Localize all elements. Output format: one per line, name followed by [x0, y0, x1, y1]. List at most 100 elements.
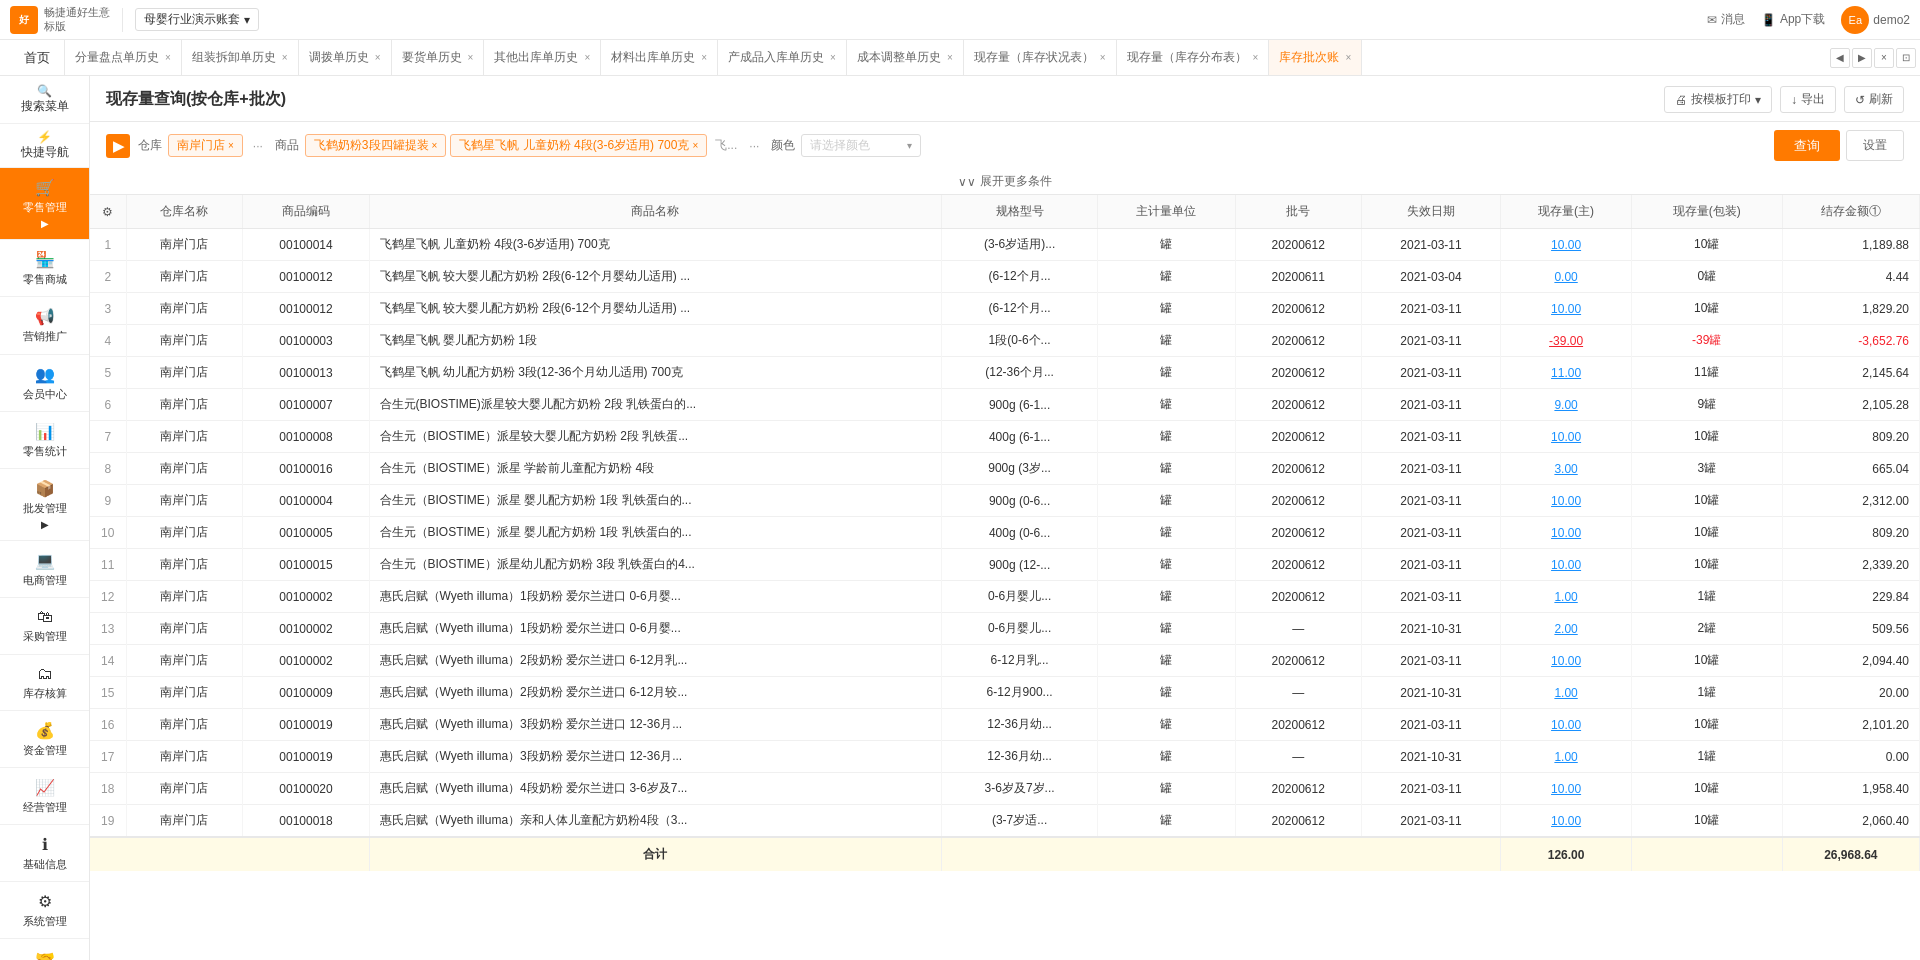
tab-分量盘点单历史[interactable]: 分量盘点单历史 ×: [65, 40, 182, 76]
cell-qty-main[interactable]: 10.00: [1501, 709, 1632, 741]
table-footer: 合计 126.00 26,968.64: [90, 837, 1920, 871]
sidebar-quick-nav[interactable]: ⚡ 快捷导航: [0, 124, 89, 168]
cell-code: 00100013: [243, 357, 369, 389]
sidebar-item-retail-management[interactable]: 🛒 零售管理 ▶: [0, 168, 89, 240]
warehouse-filter-group: 仓库 南岸门店 × ···: [138, 134, 267, 157]
sidebar-item-purchase[interactable]: 🛍 采购管理: [0, 598, 89, 654]
sidebar-item-finance[interactable]: 💰 资金管理: [0, 711, 89, 768]
industry-selector[interactable]: 母婴行业演示账套 ▾: [135, 8, 259, 31]
sidebar-item-wholesale[interactable]: 📦 批发管理 ▶: [0, 469, 89, 541]
sidebar-item-retail-stats[interactable]: 📊 零售统计: [0, 412, 89, 469]
export-button[interactable]: ↓ 导出: [1780, 86, 1836, 113]
setting-button[interactable]: 设置: [1846, 130, 1904, 161]
system-icon: ⚙: [38, 892, 52, 911]
tab-要货单历史[interactable]: 要货单历史 ×: [392, 40, 485, 76]
cell-qty-main[interactable]: 1.00: [1501, 581, 1632, 613]
cell-qty-main[interactable]: 10.00: [1501, 517, 1632, 549]
warehouse-more[interactable]: ···: [249, 137, 267, 155]
sidebar-item-basic-info[interactable]: ℹ 基础信息: [0, 825, 89, 882]
message-label: 消息: [1721, 11, 1745, 28]
app-download-action[interactable]: 📱 App下载: [1761, 11, 1825, 28]
tab-expand-button[interactable]: ⊡: [1896, 48, 1916, 68]
cell-code: 00100019: [243, 709, 369, 741]
sidebar-search[interactable]: 🔍 搜索菜单: [0, 76, 89, 124]
sidebar-item-inventory[interactable]: 🗂 库存核算: [0, 655, 89, 711]
message-action[interactable]: ✉ 消息: [1707, 11, 1745, 28]
cell-qty-pkg: 10罐: [1631, 773, 1782, 805]
cell-qty-main[interactable]: 10.00: [1501, 229, 1632, 261]
refresh-button[interactable]: ↺ 刷新: [1844, 86, 1904, 113]
col-settings[interactable]: ⚙: [90, 195, 126, 229]
cell-qty-main[interactable]: 0.00: [1501, 261, 1632, 293]
warehouse-tag-南岸门店[interactable]: 南岸门店 ×: [168, 134, 243, 157]
tab-现存量库存分布表[interactable]: 现存量（库存分布表） ×: [1117, 40, 1270, 76]
product-tag-1[interactable]: 飞鹤奶粉3段四罐提装 ×: [305, 134, 447, 157]
cell-qty-main[interactable]: 10.00: [1501, 549, 1632, 581]
tab-prev-arrow[interactable]: ◀: [1830, 48, 1850, 68]
filter-expand-button[interactable]: ▶: [106, 134, 130, 158]
query-action-group: 查询 设置: [1774, 130, 1904, 161]
cell-qty-main[interactable]: 10.00: [1501, 485, 1632, 517]
tab-close-all-button[interactable]: ×: [1874, 48, 1894, 68]
cell-amount: 809.20: [1782, 421, 1919, 453]
tab-成本调整单历史[interactable]: 成本调整单历史 ×: [847, 40, 964, 76]
tab-材料出库单历史[interactable]: 材料出库单历史 ×: [601, 40, 718, 76]
product-ellipsis[interactable]: ···: [745, 137, 763, 155]
sidebar-item-marketing[interactable]: 📢 营销推广: [0, 297, 89, 354]
sidebar-item-ecommerce[interactable]: 💻 电商管理: [0, 541, 89, 598]
tab-close-icon[interactable]: ×: [1253, 52, 1259, 63]
tab-组装拆卸单历史[interactable]: 组装拆卸单历史 ×: [182, 40, 299, 76]
tab-现存量库存状况表[interactable]: 现存量（库存状况表） ×: [964, 40, 1117, 76]
tab-home[interactable]: 首页: [10, 40, 65, 76]
user-area[interactable]: Ea demo2: [1841, 6, 1910, 34]
cell-qty-main[interactable]: 2.00: [1501, 613, 1632, 645]
chevron-down-icon: ▾: [907, 140, 912, 151]
cell-qty-main[interactable]: 1.00: [1501, 741, 1632, 773]
sidebar-item-enterprise[interactable]: 🤝 企业协同: [0, 939, 89, 960]
tab-close-icon[interactable]: ×: [1100, 52, 1106, 63]
cell-qty-main[interactable]: 10.00: [1501, 773, 1632, 805]
product-tag-2[interactable]: 飞鹤星飞帆 儿童奶粉 4段(3-6岁适用) 700克 ×: [450, 134, 707, 157]
sidebar-item-system[interactable]: ⚙ 系统管理: [0, 882, 89, 939]
cell-qty-main[interactable]: 1.00: [1501, 677, 1632, 709]
tab-close-icon[interactable]: ×: [282, 52, 288, 63]
color-select[interactable]: 请选择颜色 ▾: [801, 134, 921, 157]
sidebar-item-retail-mall[interactable]: 🏪 零售商城: [0, 240, 89, 297]
cell-warehouse: 南岸门店: [126, 709, 243, 741]
tag-close-icon[interactable]: ×: [692, 140, 698, 151]
tab-close-icon[interactable]: ×: [947, 52, 953, 63]
cell-qty-main[interactable]: 3.00: [1501, 453, 1632, 485]
cell-qty-main[interactable]: 10.00: [1501, 805, 1632, 838]
tab-next-arrow[interactable]: ▶: [1852, 48, 1872, 68]
tab-close-icon[interactable]: ×: [1345, 52, 1351, 63]
cell-qty-main[interactable]: 9.00: [1501, 389, 1632, 421]
tag-close-icon[interactable]: ×: [432, 140, 438, 151]
tab-调拨单历史[interactable]: 调拨单历史 ×: [299, 40, 392, 76]
tab-close-icon[interactable]: ×: [468, 52, 474, 63]
expand-more-bar[interactable]: ∨∨ 展开更多条件: [90, 169, 1920, 195]
tab-close-icon[interactable]: ×: [701, 52, 707, 63]
tab-产成品入库单历史[interactable]: 产成品入库单历史 ×: [718, 40, 847, 76]
sidebar-item-operations[interactable]: 📈 经营管理: [0, 768, 89, 825]
query-button[interactable]: 查询: [1774, 130, 1840, 161]
tab-close-icon[interactable]: ×: [830, 52, 836, 63]
cell-warehouse: 南岸门店: [126, 389, 243, 421]
sidebar-item-membership[interactable]: 👥 会员中心: [0, 355, 89, 412]
tag-close-icon[interactable]: ×: [228, 140, 234, 151]
print-button[interactable]: 🖨 按模板打印 ▾: [1664, 86, 1772, 113]
tab-close-icon[interactable]: ×: [375, 52, 381, 63]
cell-qty-main[interactable]: 10.00: [1501, 421, 1632, 453]
cell-qty-main[interactable]: 10.00: [1501, 645, 1632, 677]
tab-其他出库单历史[interactable]: 其他出库单历史 ×: [484, 40, 601, 76]
table-row: 15南岸门店00100009惠氏启赋（Wyeth illuma）2段奶粉 爱尔兰…: [90, 677, 1920, 709]
page-header: 现存量查询(按仓库+批次) 🖨 按模板打印 ▾ ↓ 导出 ↺ 刷新: [90, 76, 1920, 122]
tab-库存批次账[interactable]: 库存批次账 ×: [1269, 40, 1362, 76]
cell-amount: 1,829.20: [1782, 293, 1919, 325]
tab-close-icon[interactable]: ×: [165, 52, 171, 63]
cell-qty-main[interactable]: 11.00: [1501, 357, 1632, 389]
product-more[interactable]: 飞...: [711, 135, 741, 156]
cell-amount: 509.56: [1782, 613, 1919, 645]
cell-qty-main[interactable]: -39.00: [1501, 325, 1632, 357]
tab-close-icon[interactable]: ×: [584, 52, 590, 63]
cell-qty-main[interactable]: 10.00: [1501, 293, 1632, 325]
